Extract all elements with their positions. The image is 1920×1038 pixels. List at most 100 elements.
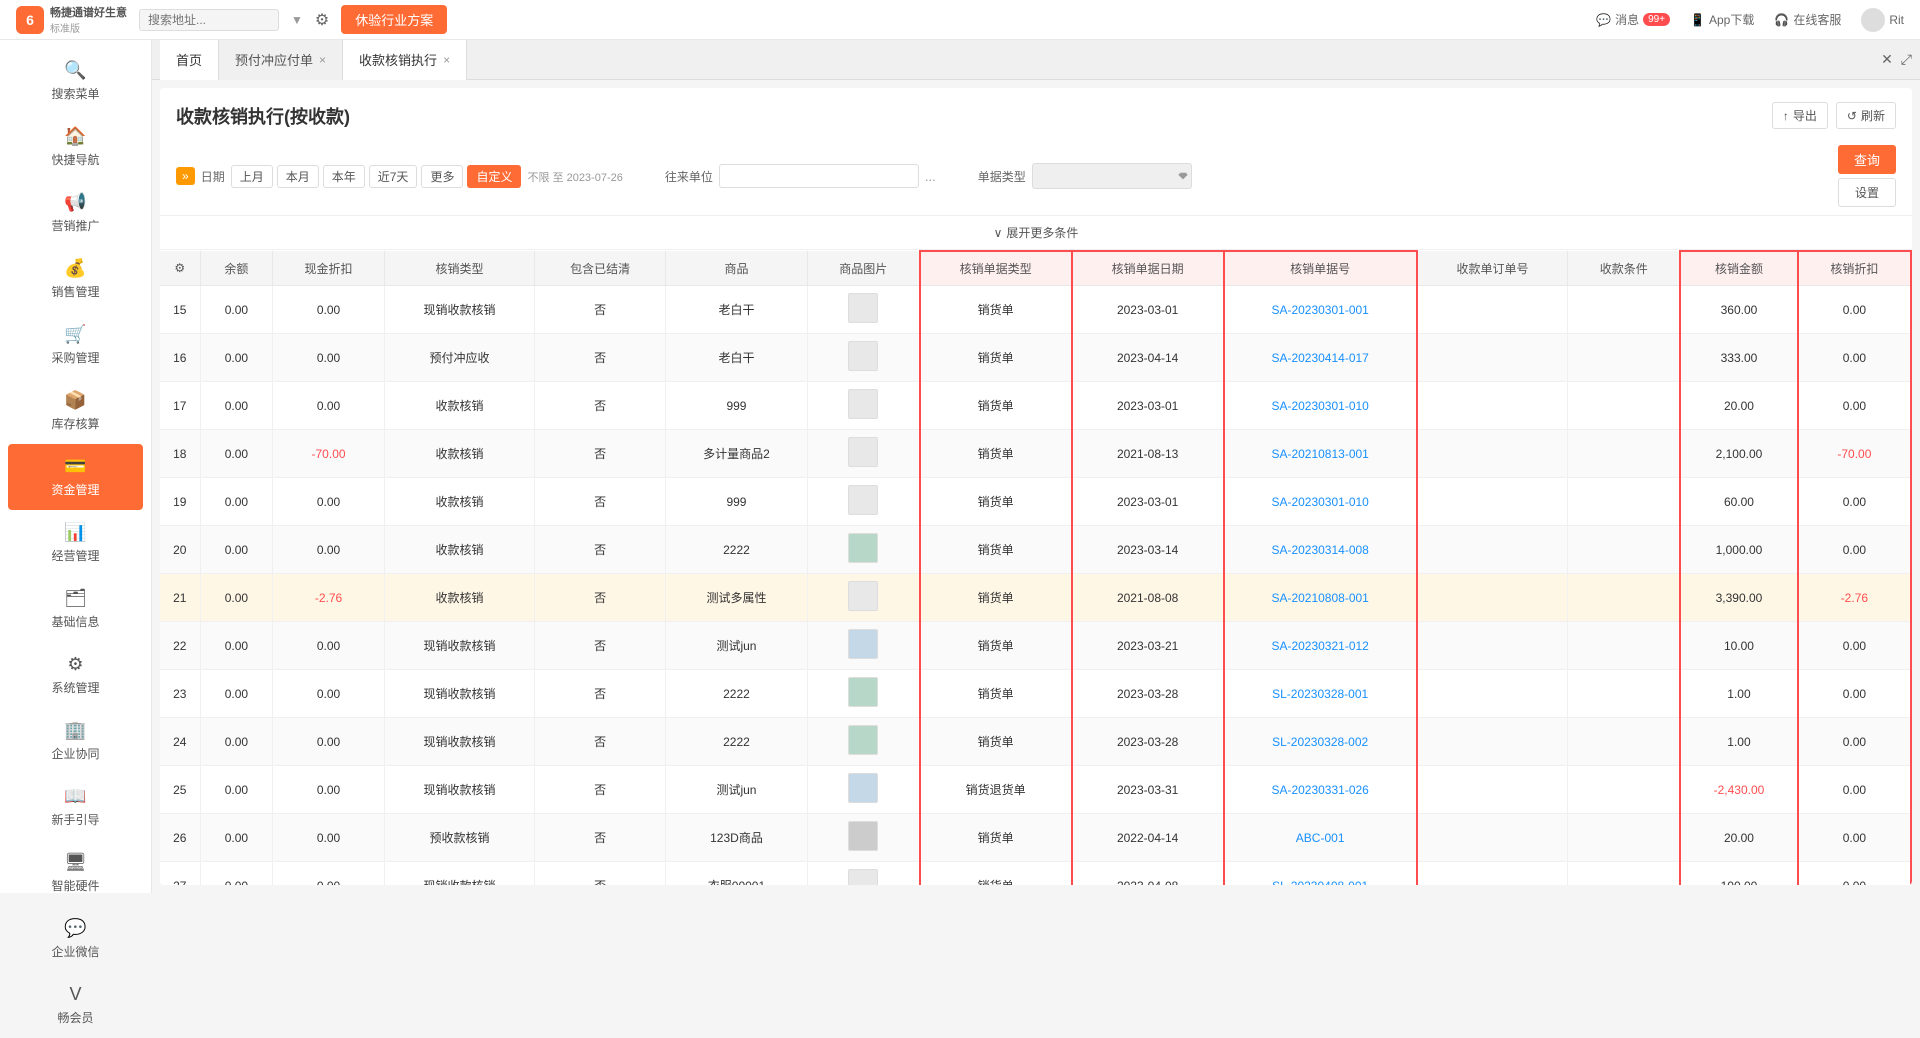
refresh-btn[interactable]: ↺ 刷新: [1836, 102, 1896, 129]
cell-balance: 0.00: [200, 574, 273, 622]
sidebar-item-search[interactable]: 🔍搜索菜单: [0, 48, 151, 114]
expand-icon[interactable]: ⤢: [1901, 51, 1912, 68]
sidebar-label-quick-nav: 快捷导航: [51, 151, 99, 168]
bill-no-link[interactable]: SL-20230328-001: [1272, 687, 1368, 701]
date-range-text: 不限 至 2023-07-26: [527, 169, 622, 185]
notice-btn[interactable]: 💬 消息 99+: [1596, 11, 1670, 28]
filter-section: » 日期 上月 本月 本年 近7天 更多 自定义 不限 至 2023-07-26: [176, 165, 623, 188]
cell-receipt-condition: [1568, 862, 1680, 886]
bill-no-link[interactable]: SL-20230408-001: [1272, 879, 1368, 886]
tab-home-label: 首页: [176, 50, 202, 69]
search-input[interactable]: [139, 9, 279, 31]
cell-write-off-amount: 100.00: [1680, 862, 1798, 886]
table-container[interactable]: ⚙ 余额 现金折扣 核销类型 包含已结清 商品 商品图片 核销单据类型 核销单据…: [160, 250, 1912, 885]
goods-image: [848, 533, 878, 563]
table-row: 22 0.00 0.00 现销收款核销 否 测试jun 销货单 2023-03-…: [160, 622, 1911, 670]
th-include-settled: 包含已结清: [535, 251, 666, 286]
receipt-type-select[interactable]: [1032, 163, 1192, 189]
refresh-icon: ↺: [1847, 109, 1857, 123]
cell-row-num: 15: [160, 286, 200, 334]
cell-write-off-bill-no: SL-20230328-001: [1224, 670, 1417, 718]
sidebar-item-finance[interactable]: 💳资金管理: [8, 444, 143, 510]
sidebar-item-member[interactable]: V畅会员: [0, 972, 151, 1038]
th-settings[interactable]: ⚙: [160, 251, 200, 286]
sidebar-item-hardware[interactable]: 🖥智能硬件: [0, 840, 151, 906]
app-download-btn[interactable]: 📱 App下载: [1690, 11, 1754, 28]
th-balance: 余额: [200, 251, 273, 286]
cell-write-off-bill-no: SA-20230331-026: [1224, 766, 1417, 814]
from-unit-filter: 往来单位 ...: [665, 164, 936, 188]
logo-text: 畅捷通谱好生意 标准版: [50, 4, 127, 35]
bill-no-link[interactable]: SA-20210813-001: [1271, 447, 1368, 461]
sidebar-item-system[interactable]: ⚙系统管理: [0, 642, 151, 708]
date-more[interactable]: 更多: [421, 165, 463, 188]
service-btn[interactable]: 🎧 在线客服: [1774, 11, 1841, 28]
date-this-year[interactable]: 本年: [323, 165, 365, 188]
bill-no-link[interactable]: SL-20230328-002: [1272, 735, 1368, 749]
cell-write-off-amount: 1.00: [1680, 718, 1798, 766]
th-write-off-bill-date: 核销单据日期: [1072, 251, 1224, 286]
cell-write-off-discount: 0.00: [1798, 286, 1911, 334]
tab-prepay-close[interactable]: ×: [319, 53, 326, 67]
cell-write-off-amount: 3,390.00: [1680, 574, 1798, 622]
date-this-month[interactable]: 本月: [277, 165, 319, 188]
user-btn[interactable]: Rit: [1861, 8, 1904, 32]
bill-no-link[interactable]: SA-20230301-001: [1271, 303, 1368, 317]
tab-collect-close[interactable]: ×: [443, 53, 450, 67]
cell-row-num: 22: [160, 622, 200, 670]
goods-image: [848, 869, 878, 885]
sidebar-item-wechat[interactable]: 💬企业微信: [0, 906, 151, 972]
filter-settings-btn[interactable]: 设置: [1838, 178, 1896, 207]
member-icon: V: [69, 984, 81, 1005]
sidebar-item-quick-nav[interactable]: 🏠快捷导航: [0, 114, 151, 180]
sidebar-item-sales[interactable]: 💰销售管理: [0, 246, 151, 312]
cell-goods: 老白干: [666, 334, 808, 382]
sidebar-label-hardware: 智能硬件: [51, 877, 99, 894]
sidebar-item-operations[interactable]: 📊经营管理: [0, 510, 151, 576]
sidebar-item-corp[interactable]: 🏢企业协同: [0, 708, 151, 774]
query-btn[interactable]: 查询: [1838, 145, 1896, 174]
base-icon: 🗂: [64, 588, 87, 609]
cell-cash-discount: 0.00: [273, 286, 385, 334]
cell-include-settled: 否: [535, 286, 666, 334]
cell-write-off-amount: 1.00: [1680, 670, 1798, 718]
cell-receipt-order-no: [1417, 814, 1568, 862]
bill-no-link[interactable]: SA-20210808-001: [1271, 591, 1368, 605]
bill-no-link[interactable]: SA-20230331-026: [1271, 783, 1368, 797]
bill-no-link[interactable]: SA-20230321-012: [1271, 639, 1368, 653]
cell-goods: 999: [666, 478, 808, 526]
sidebar-item-inventory[interactable]: 📦库存核算: [0, 378, 151, 444]
tab-home[interactable]: 首页: [160, 40, 219, 80]
sidebar-item-base[interactable]: 🗂基础信息: [0, 576, 151, 642]
bill-no-link[interactable]: ABC-001: [1296, 831, 1345, 845]
cell-receipt-condition: [1568, 766, 1680, 814]
export-btn[interactable]: ↑ 导出: [1772, 102, 1828, 129]
bill-no-link[interactable]: SA-20230301-010: [1271, 495, 1368, 509]
sidebar-item-purchase[interactable]: 🛒采购管理: [0, 312, 151, 378]
table-row: 21 0.00 -2.76 收款核销 否 测试多属性 销货单 2021-08-0…: [160, 574, 1911, 622]
expand-btn[interactable]: ∨ 展开更多条件: [160, 220, 1912, 245]
user-name: Rit: [1889, 13, 1904, 27]
date-custom[interactable]: 自定义: [467, 165, 521, 188]
sidebar-item-guide[interactable]: 📖新手引导: [0, 774, 151, 840]
date-last-month[interactable]: 上月: [231, 165, 273, 188]
from-unit-input[interactable]: [719, 164, 919, 188]
filter-toggle-btn[interactable]: »: [176, 167, 195, 185]
th-write-off-bill-no: 核销单据号: [1224, 251, 1417, 286]
cell-cash-discount: 0.00: [273, 814, 385, 862]
date-7days[interactable]: 近7天: [369, 165, 418, 188]
cell-include-settled: 否: [535, 766, 666, 814]
bill-no-link[interactable]: SA-20230314-008: [1271, 543, 1368, 557]
cell-row-num: 19: [160, 478, 200, 526]
tab-prepay[interactable]: 预付冲应付单 ×: [219, 40, 343, 80]
settings-icon[interactable]: ⚙: [315, 10, 329, 30]
close-all-icon[interactable]: ✕: [1881, 51, 1893, 68]
cell-cash-discount: 0.00: [273, 622, 385, 670]
tab-collect[interactable]: 收款核销执行 ×: [343, 40, 467, 80]
industry-btn[interactable]: 休验行业方案: [341, 5, 447, 34]
notice-label: 消息: [1615, 11, 1639, 28]
bill-no-link[interactable]: SA-20230414-017: [1271, 351, 1368, 365]
sidebar-item-marketing[interactable]: 📢营销推广: [0, 180, 151, 246]
bill-no-link[interactable]: SA-20230301-010: [1271, 399, 1368, 413]
cell-type: 现销收款核销: [384, 670, 534, 718]
